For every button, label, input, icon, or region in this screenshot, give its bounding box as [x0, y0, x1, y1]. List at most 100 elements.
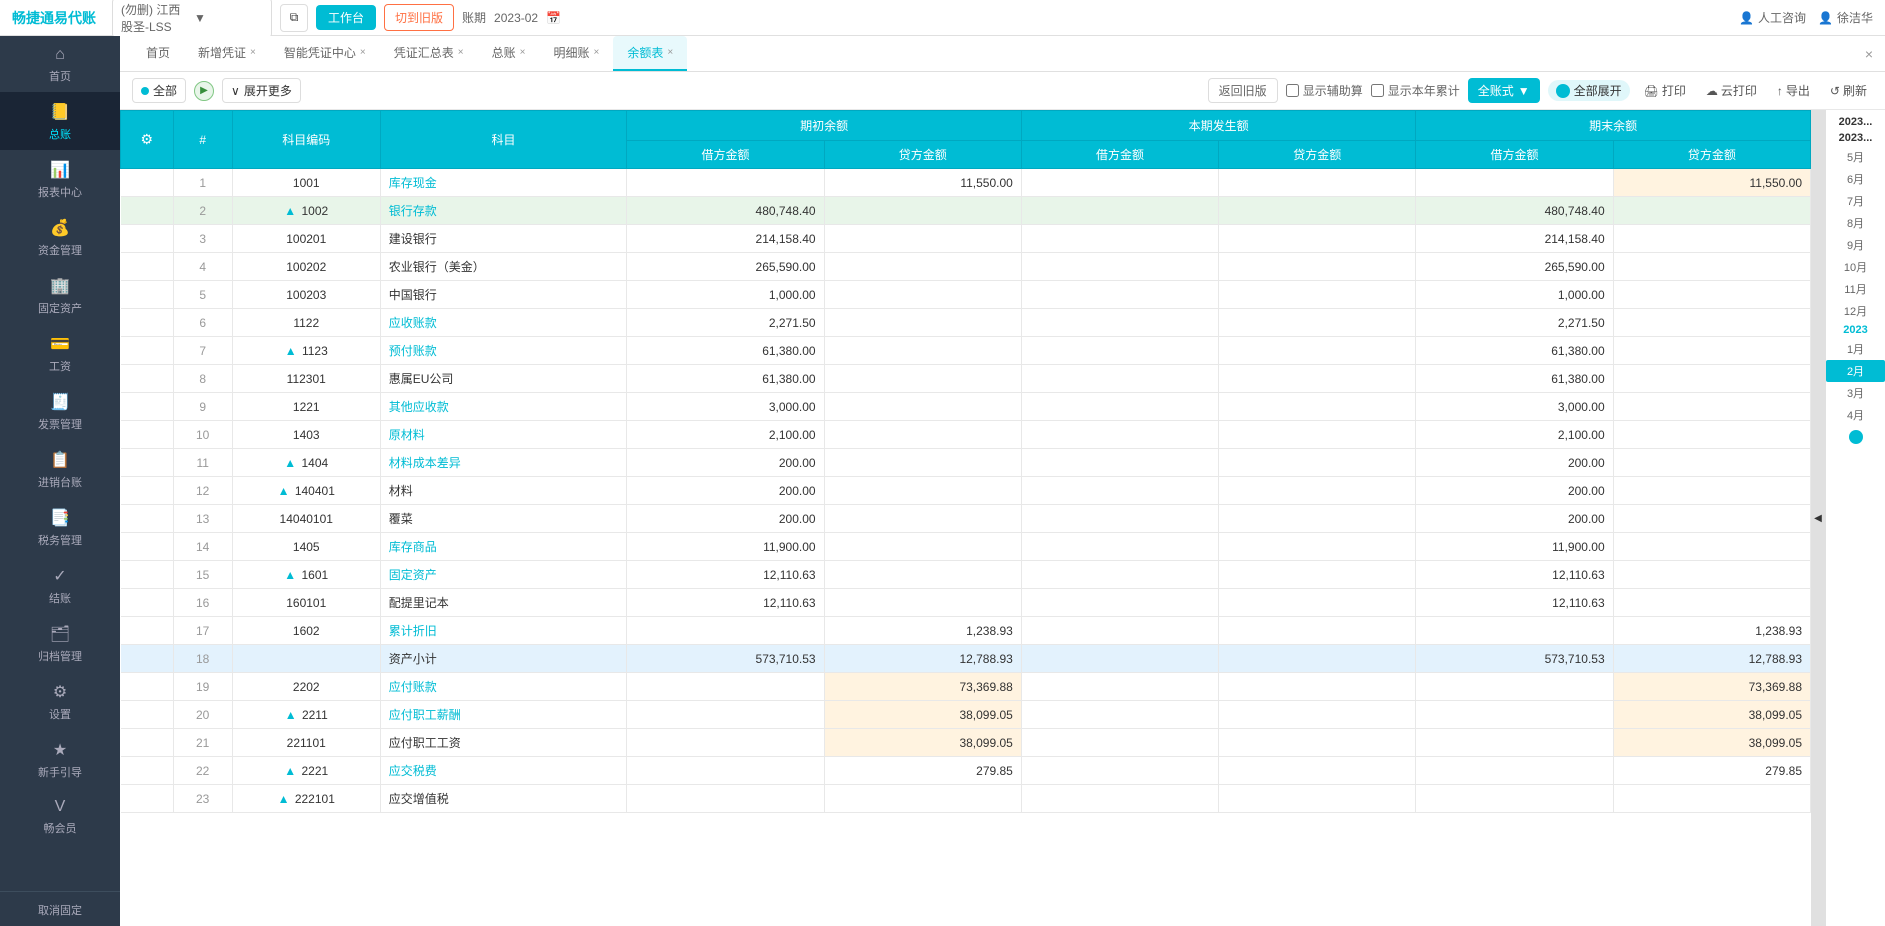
calendar-icon[interactable]: 📅: [546, 11, 561, 25]
fold-icon[interactable]: ▲: [284, 204, 299, 218]
row-subject[interactable]: 固定资产: [380, 561, 627, 589]
row-subject[interactable]: 银行存款: [380, 197, 627, 225]
row-subject: 中国银行: [380, 281, 627, 309]
sidebar-item-guide[interactable]: ★ 新手引导: [0, 730, 120, 788]
navigate-right-button[interactable]: ▶: [194, 81, 214, 101]
tab-new-voucher[interactable]: 新增凭证 ×: [184, 36, 270, 71]
show-auxiliary-checkbox[interactable]: 显示辅助算: [1286, 82, 1363, 99]
sidebar-item-settings[interactable]: ⚙ 设置: [0, 672, 120, 730]
row-subject[interactable]: 应交税费: [380, 757, 627, 785]
row-ob-credit: 73,369.88: [824, 673, 1021, 701]
sidebar-item-tax[interactable]: 📑 税务管理: [0, 498, 120, 556]
row-settings-cell: [121, 673, 174, 701]
row-cur-credit: [1219, 477, 1416, 505]
month-8[interactable]: 8月: [1826, 212, 1885, 234]
row-subject[interactable]: 库存现金: [380, 169, 627, 197]
layout: ⌂ 首页 📒 总账 📊 报表中心 💰 资金管理 🏢 固定资产 💳 工资 🧾 发票…: [0, 36, 1885, 926]
cloud-print-button[interactable]: ☁ 云打印: [1700, 79, 1763, 102]
row-subject[interactable]: 库存商品: [380, 533, 627, 561]
expand-all-toggle[interactable]: 全部展开: [1548, 80, 1630, 101]
sidebar-item-sales[interactable]: 📋 进销台账: [0, 440, 120, 498]
month-4[interactable]: 4月: [1826, 404, 1885, 426]
tab-smart-center-close[interactable]: ×: [360, 47, 366, 58]
tab-detail-close[interactable]: ×: [593, 47, 599, 58]
row-subject[interactable]: 预付账款: [380, 337, 627, 365]
right-panel-toggle[interactable]: ◀: [1811, 110, 1825, 926]
row-subject[interactable]: 应收账款: [380, 309, 627, 337]
fold-icon[interactable]: ▲: [285, 708, 300, 722]
month-2-active[interactable]: 2月: [1826, 360, 1885, 382]
tab-detail[interactable]: 明细账 ×: [539, 36, 613, 71]
fullmode-button[interactable]: 全账式 ▼: [1468, 78, 1540, 103]
row-subject[interactable]: 累计折旧: [380, 617, 627, 645]
ytd-checkbox-input[interactable]: [1371, 84, 1384, 97]
settings-column-header[interactable]: ⚙: [121, 111, 174, 169]
sidebar-item-ledger[interactable]: 📒 总账: [0, 92, 120, 150]
sidebar-item-checkout[interactable]: ✓ 结账: [0, 556, 120, 614]
month-5[interactable]: 5月: [1826, 146, 1885, 168]
expand-circle-icon[interactable]: [1849, 430, 1863, 444]
fold-icon[interactable]: ▲: [284, 764, 299, 778]
tab-voucher-summary-close[interactable]: ×: [458, 47, 464, 58]
row-subject[interactable]: 应付职工薪酬: [380, 701, 627, 729]
workbench-button[interactable]: 工作台: [316, 5, 376, 30]
refresh-button[interactable]: ↺ 刷新: [1824, 79, 1873, 102]
row-subject[interactable]: 原材料: [380, 421, 627, 449]
sidebar-item-salary[interactable]: 💳 工资: [0, 324, 120, 382]
return-old-button[interactable]: 返回旧版: [1208, 78, 1278, 103]
tab-home[interactable]: 首页: [132, 36, 184, 71]
company-selector[interactable]: (勿删) 江西股圣-LSS ▼: [112, 0, 272, 38]
fold-icon[interactable]: ▲: [285, 344, 300, 358]
unpin-button[interactable]: 取消固定: [0, 892, 120, 926]
show-ytd-checkbox[interactable]: 显示本年累计: [1371, 82, 1460, 99]
export-button[interactable]: ↑ 导出: [1771, 79, 1816, 102]
month-9[interactable]: 9月: [1826, 234, 1885, 256]
fold-icon[interactable]: ▲: [278, 792, 293, 806]
tab-smart-center[interactable]: 智能凭证中心 ×: [270, 36, 380, 71]
row-number: 7: [173, 337, 232, 365]
gear-icon[interactable]: ⚙: [141, 131, 154, 147]
sidebar-item-archive[interactable]: 🗂 归档管理: [0, 614, 120, 672]
sales-icon: 📋: [50, 450, 70, 470]
sidebar-item-home[interactable]: ⌂ 首页: [0, 36, 120, 92]
month-6[interactable]: 6月: [1826, 168, 1885, 190]
fold-icon[interactable]: ▲: [284, 456, 299, 470]
row-subject: 农业银行（美金）: [380, 253, 627, 281]
copy-icon[interactable]: ⧉: [280, 4, 308, 32]
fold-icon[interactable]: ▲: [278, 484, 293, 498]
main-close-button[interactable]: ×: [1865, 46, 1873, 62]
all-filter-button[interactable]: 全部: [132, 78, 186, 103]
sidebar-item-invoice[interactable]: 🧾 发票管理: [0, 382, 120, 440]
month-10[interactable]: 10月: [1826, 256, 1885, 278]
row-ob-credit: [824, 337, 1021, 365]
fold-icon[interactable]: ▲: [284, 568, 299, 582]
tab-balance-close[interactable]: ×: [667, 47, 673, 58]
tab-ledger-close[interactable]: ×: [520, 47, 526, 58]
row-subject[interactable]: 其他应收款: [380, 393, 627, 421]
sidebar-item-capital[interactable]: 💰 资金管理: [0, 208, 120, 266]
sidebar-item-reports[interactable]: 📊 报表中心: [0, 150, 120, 208]
expand-all-label: 全部展开: [1574, 82, 1622, 99]
tab-voucher-summary[interactable]: 凭证汇总表 ×: [380, 36, 478, 71]
switch-button[interactable]: 切到旧版: [384, 4, 454, 31]
row-end-credit: [1613, 253, 1810, 281]
row-subject[interactable]: 材料成本差异: [380, 449, 627, 477]
month-7[interactable]: 7月: [1826, 190, 1885, 212]
tab-balance[interactable]: 余额表 ×: [613, 36, 687, 71]
user-info[interactable]: 👤 徐洁华: [1818, 9, 1873, 26]
consult-link[interactable]: 👤 人工咨询: [1739, 9, 1806, 26]
sidebar-item-member[interactable]: V 畅会员: [0, 788, 120, 844]
sidebar-item-assets[interactable]: 🏢 固定资产: [0, 266, 120, 324]
month-11[interactable]: 11月: [1826, 278, 1885, 300]
month-1[interactable]: 1月: [1826, 338, 1885, 360]
row-subject[interactable]: 应付账款: [380, 673, 627, 701]
tab-ledger[interactable]: 总账 ×: [478, 36, 540, 71]
user-name: 徐洁华: [1837, 9, 1873, 26]
auxiliary-checkbox-input[interactable]: [1286, 84, 1299, 97]
expand-more-button[interactable]: ∨ 展开更多: [222, 78, 301, 103]
end-debit-header: 借方金额: [1416, 141, 1613, 169]
tab-new-voucher-close[interactable]: ×: [250, 47, 256, 58]
month-3[interactable]: 3月: [1826, 382, 1885, 404]
month-12[interactable]: 12月: [1826, 300, 1885, 322]
print-button[interactable]: 🖨 打印: [1638, 79, 1692, 102]
